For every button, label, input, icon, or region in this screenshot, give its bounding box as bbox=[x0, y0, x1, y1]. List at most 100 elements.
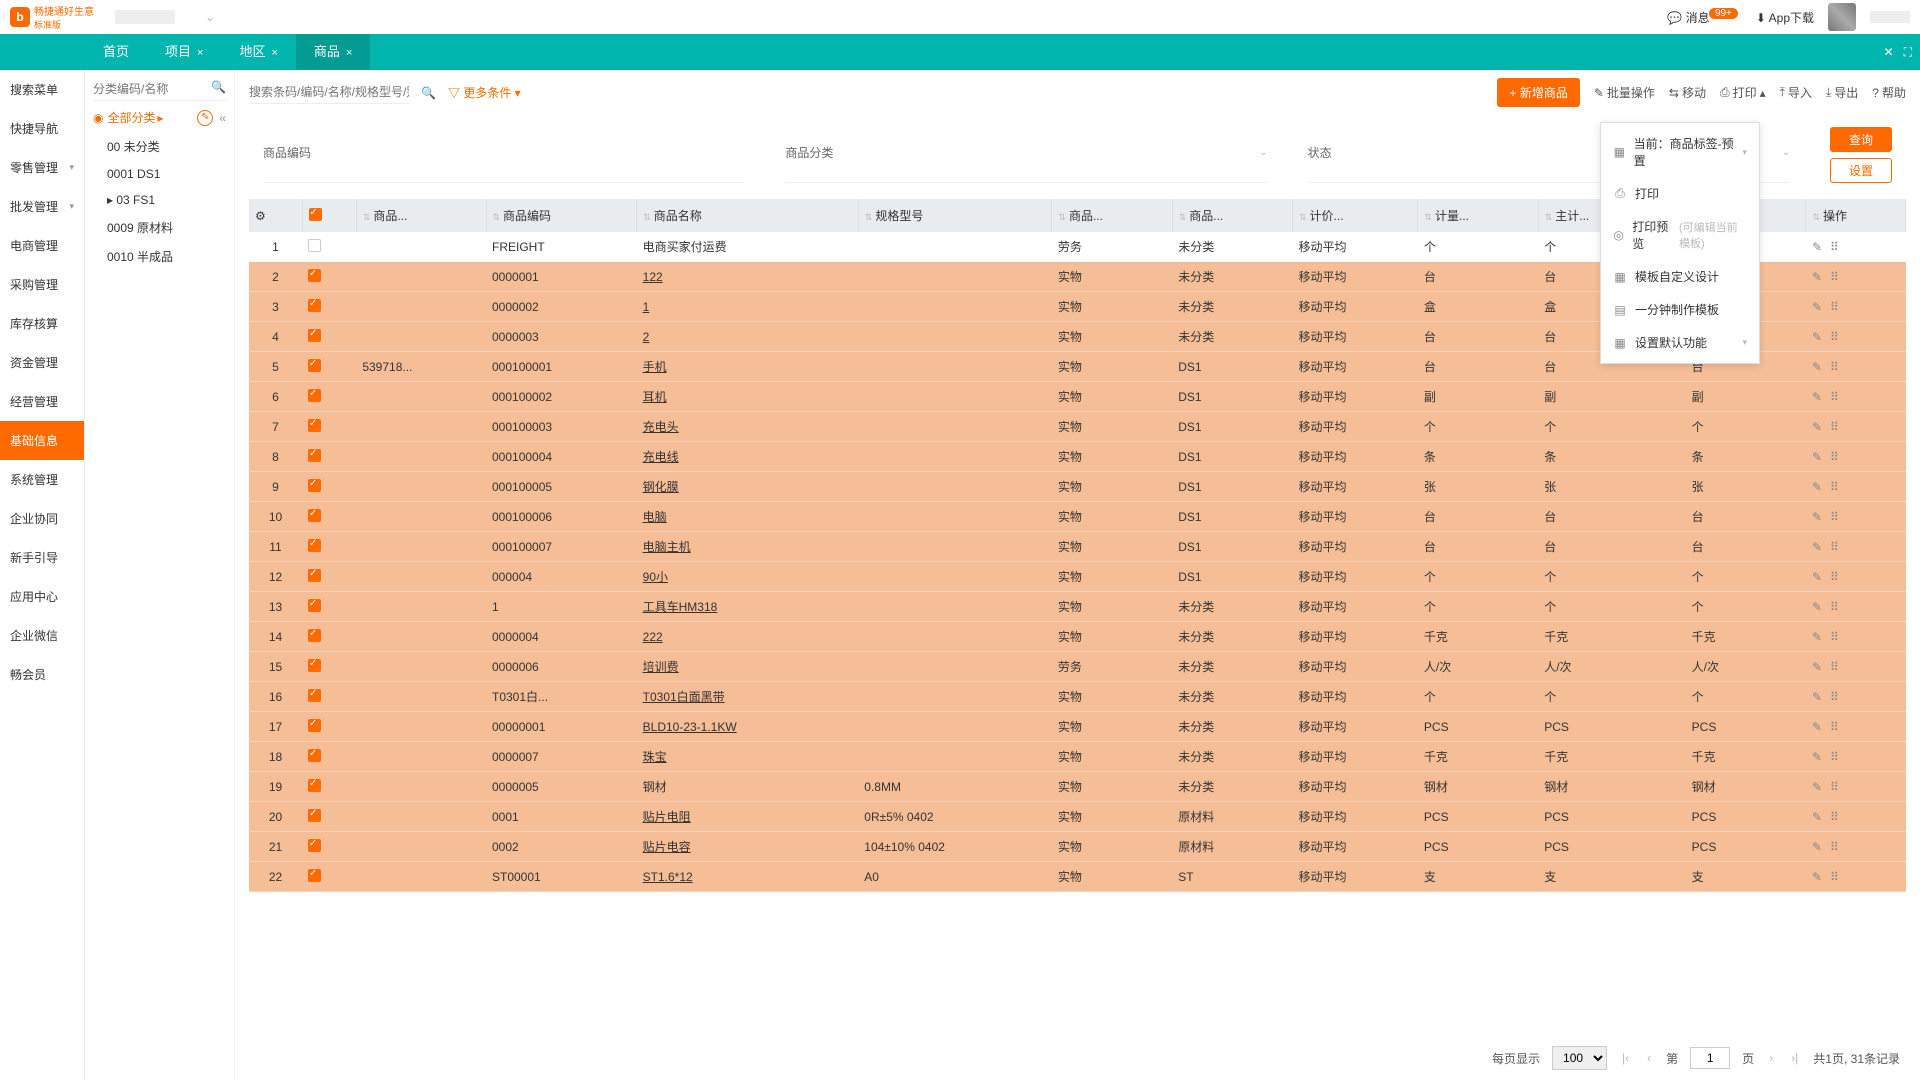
search-icon[interactable]: 🔍 bbox=[421, 86, 436, 100]
sidebar-item[interactable]: 搜索菜单 bbox=[0, 70, 84, 109]
column-header[interactable]: ⇅计量... bbox=[1418, 199, 1538, 232]
edit-icon[interactable]: ✎ bbox=[1812, 300, 1822, 314]
prev-page-icon[interactable]: ‹ bbox=[1644, 1051, 1654, 1065]
sort-icon[interactable]: ⇅ bbox=[865, 212, 873, 222]
row-checkbox[interactable] bbox=[308, 479, 321, 492]
category-all[interactable]: ◉ 全部分类 ▸ ✎ « bbox=[93, 109, 226, 126]
search-input[interactable] bbox=[249, 81, 409, 104]
edit-icon[interactable]: ✎ bbox=[1812, 570, 1822, 584]
sidebar-item[interactable]: 批发管理▾ bbox=[0, 187, 84, 226]
row-checkbox[interactable] bbox=[308, 299, 321, 312]
move-link[interactable]: ⇆移动 bbox=[1669, 84, 1706, 101]
sidebar-item[interactable]: 新手引导 bbox=[0, 538, 84, 577]
setting-button[interactable]: 设置 bbox=[1830, 158, 1892, 183]
category-item[interactable]: 0010 半成品 bbox=[93, 242, 226, 271]
sidebar-item[interactable]: 采购管理 bbox=[0, 265, 84, 304]
search-icon[interactable]: 🔍 bbox=[211, 80, 226, 94]
print-link[interactable]: ⎙打印 ▴ bbox=[1720, 84, 1766, 101]
more-icon[interactable]: ⠿ bbox=[1830, 330, 1839, 344]
edit-icon[interactable]: ✎ bbox=[197, 110, 213, 126]
more-icon[interactable]: ⠿ bbox=[1830, 840, 1839, 854]
product-name-link[interactable]: 222 bbox=[643, 630, 663, 644]
row-checkbox[interactable] bbox=[308, 629, 321, 642]
edit-icon[interactable]: ✎ bbox=[1812, 450, 1822, 464]
edit-icon[interactable]: ✎ bbox=[1812, 510, 1822, 524]
table-row[interactable]: 9000100005钢化膜实物DS1移动平均张张张✎⠿ bbox=[249, 472, 1906, 502]
row-checkbox[interactable] bbox=[308, 779, 321, 792]
more-icon[interactable]: ⠿ bbox=[1830, 660, 1839, 674]
close-all-icon[interactable]: ✕ bbox=[1884, 45, 1894, 60]
edit-icon[interactable]: ✎ bbox=[1812, 750, 1822, 764]
sort-icon[interactable]: ⇅ bbox=[1424, 212, 1432, 222]
product-name-link[interactable]: 2 bbox=[643, 330, 650, 344]
table-row[interactable]: 1200000490小实物DS1移动平均个个个✎⠿ bbox=[249, 562, 1906, 592]
sort-icon[interactable]: ⇅ bbox=[363, 212, 371, 222]
column-header[interactable]: ⇅操作 bbox=[1806, 199, 1906, 232]
category-item[interactable]: 00 未分类 bbox=[93, 132, 226, 161]
product-name-link[interactable]: ST1.6*12 bbox=[643, 870, 693, 884]
sidebar-item[interactable]: 应用中心 bbox=[0, 577, 84, 616]
search-button[interactable]: 查询 bbox=[1830, 127, 1892, 152]
edit-icon[interactable]: ✎ bbox=[1812, 780, 1822, 794]
row-checkbox[interactable] bbox=[308, 599, 321, 612]
row-checkbox[interactable] bbox=[308, 389, 321, 402]
product-name-link[interactable]: 工具车HM318 bbox=[643, 600, 718, 614]
edit-icon[interactable]: ✎ bbox=[1812, 240, 1822, 254]
sort-icon[interactable]: ⇅ bbox=[1058, 212, 1066, 222]
per-page-select[interactable]: 100 bbox=[1552, 1046, 1607, 1070]
row-checkbox[interactable] bbox=[308, 269, 321, 282]
sidebar-item[interactable]: 资金管理 bbox=[0, 343, 84, 382]
product-name-link[interactable]: 钢化膜 bbox=[643, 480, 679, 494]
row-checkbox[interactable] bbox=[308, 419, 321, 432]
more-icon[interactable]: ⠿ bbox=[1830, 420, 1839, 434]
row-checkbox[interactable] bbox=[308, 869, 321, 882]
sidebar-item[interactable]: 企业协同 bbox=[0, 499, 84, 538]
product-name-link[interactable]: BLD10-23-1.1KW bbox=[643, 720, 737, 734]
table-row[interactable]: 131工具车HM318实物未分类移动平均个个个✎⠿ bbox=[249, 592, 1906, 622]
first-page-icon[interactable]: |‹ bbox=[1619, 1051, 1632, 1065]
sidebar-item[interactable]: 经营管理 bbox=[0, 382, 84, 421]
edit-icon[interactable]: ✎ bbox=[1812, 660, 1822, 674]
product-name-link[interactable]: 1 bbox=[643, 300, 650, 314]
edit-icon[interactable]: ✎ bbox=[1812, 420, 1822, 434]
edit-icon[interactable]: ✎ bbox=[1812, 870, 1822, 884]
row-checkbox[interactable] bbox=[308, 569, 321, 582]
more-icon[interactable]: ⠿ bbox=[1830, 750, 1839, 764]
edit-icon[interactable]: ✎ bbox=[1812, 690, 1822, 704]
edit-icon[interactable]: ✎ bbox=[1812, 840, 1822, 854]
column-header[interactable]: ⇅商品... bbox=[356, 199, 486, 232]
more-icon[interactable]: ⠿ bbox=[1830, 300, 1839, 314]
product-name-link[interactable]: 贴片电容 bbox=[643, 840, 691, 854]
print-dropdown-item[interactable]: ▦设置默认功能▾ bbox=[1601, 326, 1759, 359]
print-dropdown-item[interactable]: ▤一分钟制作模板 bbox=[1601, 293, 1759, 326]
more-icon[interactable]: ⠿ bbox=[1830, 390, 1839, 404]
sidebar-item[interactable]: 电商管理 bbox=[0, 226, 84, 265]
filter-code[interactable]: 商品编码 bbox=[263, 127, 745, 183]
product-name-link[interactable]: 培训费 bbox=[643, 660, 679, 674]
more-icon[interactable]: ⠿ bbox=[1830, 630, 1839, 644]
tab-地区[interactable]: 地区× bbox=[221, 34, 295, 70]
messages-link[interactable]: 💬 消息 99+ bbox=[1667, 9, 1742, 26]
close-icon[interactable]: × bbox=[271, 47, 277, 59]
row-checkbox[interactable] bbox=[308, 839, 321, 852]
sidebar-item[interactable]: 零售管理▾ bbox=[0, 148, 84, 187]
row-checkbox[interactable] bbox=[308, 359, 321, 372]
edit-icon[interactable]: ✎ bbox=[1812, 600, 1822, 614]
print-current-template[interactable]: ▦ 当前：商品标签-预置 ▾ bbox=[1601, 127, 1759, 177]
import-link[interactable]: ⤒导入 bbox=[1780, 84, 1812, 101]
more-icon[interactable]: ⠿ bbox=[1830, 600, 1839, 614]
column-header[interactable]: ⇅规格型号 bbox=[858, 199, 1052, 232]
export-link[interactable]: ⤓导出 bbox=[1826, 84, 1858, 101]
column-header[interactable]: ⇅计价... bbox=[1293, 199, 1418, 232]
collapse-icon[interactable]: « bbox=[219, 111, 226, 125]
edit-icon[interactable]: ✎ bbox=[1812, 630, 1822, 644]
more-icon[interactable]: ⠿ bbox=[1830, 540, 1839, 554]
more-icon[interactable]: ⠿ bbox=[1830, 270, 1839, 284]
tab-项目[interactable]: 项目× bbox=[147, 34, 221, 70]
sidebar-item[interactable]: 快捷导航 bbox=[0, 109, 84, 148]
edit-icon[interactable]: ✎ bbox=[1812, 540, 1822, 554]
table-row[interactable]: 190000005钢材0.8MM实物未分类移动平均钢材钢材钢材✎⠿ bbox=[249, 772, 1906, 802]
sort-icon[interactable]: ⇅ bbox=[1545, 212, 1553, 222]
close-icon[interactable]: × bbox=[197, 47, 203, 59]
more-icon[interactable]: ⠿ bbox=[1830, 480, 1839, 494]
